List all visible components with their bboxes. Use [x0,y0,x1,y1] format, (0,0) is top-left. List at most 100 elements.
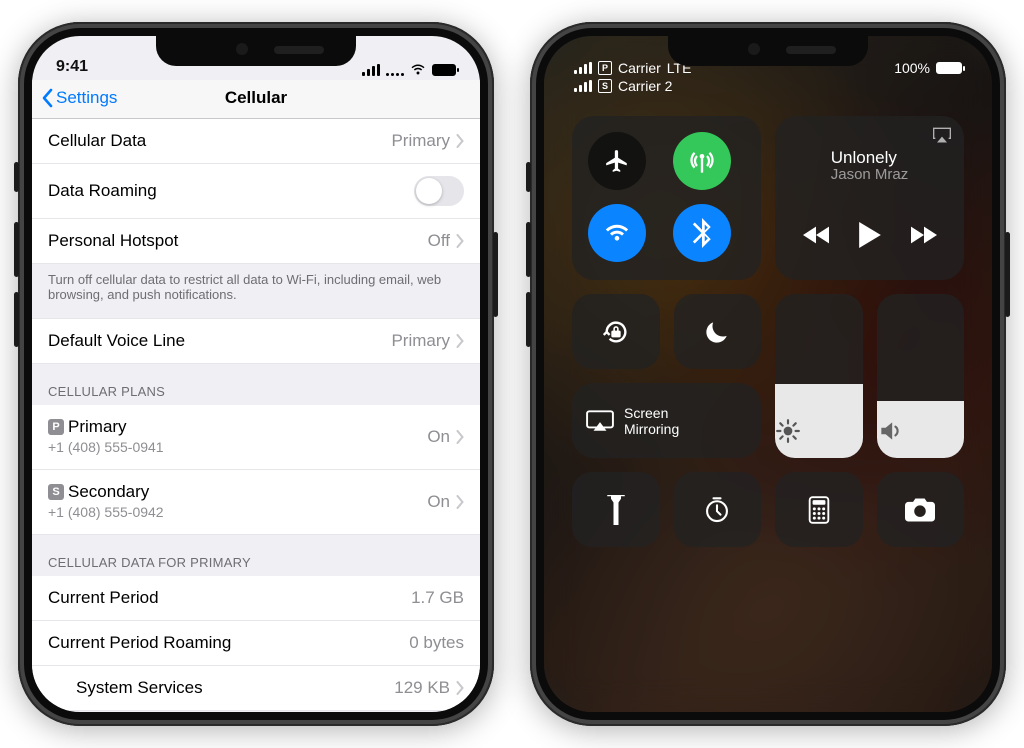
camera-icon [905,498,935,522]
plan-value: On [427,427,450,447]
wifi-button[interactable] [588,204,646,262]
plan-number: +1 (408) 555-0941 [48,439,164,455]
rewind-button[interactable] [803,226,829,244]
chevron-right-icon [456,430,464,444]
timer-icon [703,496,731,524]
rotation-lock-icon [600,316,632,348]
row-default-voice-line[interactable]: Default Voice Line Primary [32,319,480,364]
brightness-slider[interactable] [775,294,863,458]
airplane-icon [604,148,630,174]
period-value: 1.7 GB [411,588,464,608]
battery-icon [936,62,962,74]
camera-button[interactable] [877,472,965,547]
volume-icon [877,418,965,444]
back-button[interactable]: Settings [42,88,185,108]
rewind-icon [803,226,829,244]
hotspot-value: Off [428,231,450,251]
forward-icon [911,226,937,244]
screen-mirroring-button[interactable]: Screen Mirroring [572,383,761,458]
airplay-icon[interactable] [932,126,952,144]
settings-screen: 9:41 Settings Cellular [32,36,480,712]
calculator-button[interactable] [775,472,863,547]
notch [156,36,356,66]
notch [668,36,868,66]
row-current-period: Current Period 1.7 GB [32,576,480,621]
track-artist: Jason Mraz [831,166,909,183]
sim-badge: P [598,61,612,75]
plan-name: Secondary [68,482,149,501]
sys-value: 129 KB [394,678,450,698]
carrier-primary: P Carrier LTE [574,60,691,76]
timer-button[interactable] [674,472,762,547]
carrier-name: Carrier [618,60,661,76]
signal-bars-icon [362,64,380,76]
play-icon [859,222,881,248]
chevron-left-icon [42,88,54,108]
row-plan-primary[interactable]: PPrimary +1 (408) 555-0941 On [32,405,480,470]
cell-data-note: Turn off cellular data to restrict all d… [32,264,480,319]
carrier-secondary: S Carrier 2 [574,78,691,94]
row-period-roaming: Current Period Roaming 0 bytes [32,621,480,666]
antenna-icon [688,147,716,175]
bluetooth-icon [690,218,714,248]
row-plan-secondary[interactable]: SSecondary +1 (408) 555-0942 On [32,470,480,535]
carrier-name: Carrier 2 [618,78,672,94]
roam-label: Current Period Roaming [48,633,231,653]
data-header: Cellular Data for Primary [32,535,480,576]
chevron-right-icon [456,334,464,348]
plan-value: On [427,492,450,512]
sys-label: System Services [48,678,203,698]
flashlight-icon [607,495,625,525]
track-title: Unlonely [831,148,909,168]
now-playing-tile[interactable]: Unlonely Jason Mraz [775,116,964,280]
roaming-toggle[interactable] [414,176,464,206]
play-button[interactable] [859,222,881,248]
wifi-icon [603,219,631,247]
row-cellular-data[interactable]: Cellular Data Primary [32,119,480,164]
secondary-signal-icon [386,73,404,76]
rotation-lock-button[interactable] [572,294,660,369]
plans-header: Cellular Plans [32,364,480,405]
forward-button[interactable] [911,226,937,244]
navbar: Settings Cellular [32,80,480,119]
voice-label: Default Voice Line [48,331,185,351]
airplane-mode-button[interactable] [588,132,646,190]
hotspot-label: Personal Hotspot [48,231,178,251]
row-data-roaming[interactable]: Data Roaming [32,164,480,219]
brightness-icon [775,418,863,444]
cell-data-label: Cellular Data [48,131,146,151]
back-label: Settings [56,88,117,108]
cell-data-value: Primary [391,131,450,151]
flashlight-button[interactable] [572,472,660,547]
control-center: P Carrier LTE S Carrier 2 100% [544,36,992,712]
battery-percent: 100% [894,60,930,76]
signal-bars-icon [574,80,592,92]
status-time: 9:41 [56,58,88,76]
chevron-right-icon [456,495,464,509]
page-title: Cellular [185,88,328,108]
plan-badge: P [48,419,64,435]
bluetooth-button[interactable] [673,204,731,262]
roam-value: 0 bytes [409,633,464,653]
connectivity-tile[interactable] [572,116,761,280]
mirror-icon [586,410,614,432]
phone-settings: 9:41 Settings Cellular [18,22,494,726]
moon-icon [703,318,731,346]
row-system-services[interactable]: System Services 129 KB [32,666,480,711]
volume-slider[interactable] [877,294,965,458]
row-personal-hotspot[interactable]: Personal Hotspot Off [32,219,480,264]
plan-name: Primary [68,417,127,436]
sim-badge: S [598,79,612,93]
calculator-icon [808,496,830,524]
cellular-data-button[interactable] [673,132,731,190]
phone-control-center: P Carrier LTE S Carrier 2 100% [530,22,1006,726]
dnd-button[interactable] [674,294,762,369]
mirroring-label-1: Screen [624,405,679,421]
mirroring-label-2: Mirroring [624,421,679,437]
chevron-right-icon [456,681,464,695]
chevron-right-icon [456,234,464,248]
battery-icon [432,64,456,76]
signal-bars-icon [574,62,592,74]
roaming-label: Data Roaming [48,181,157,201]
voice-value: Primary [391,331,450,351]
